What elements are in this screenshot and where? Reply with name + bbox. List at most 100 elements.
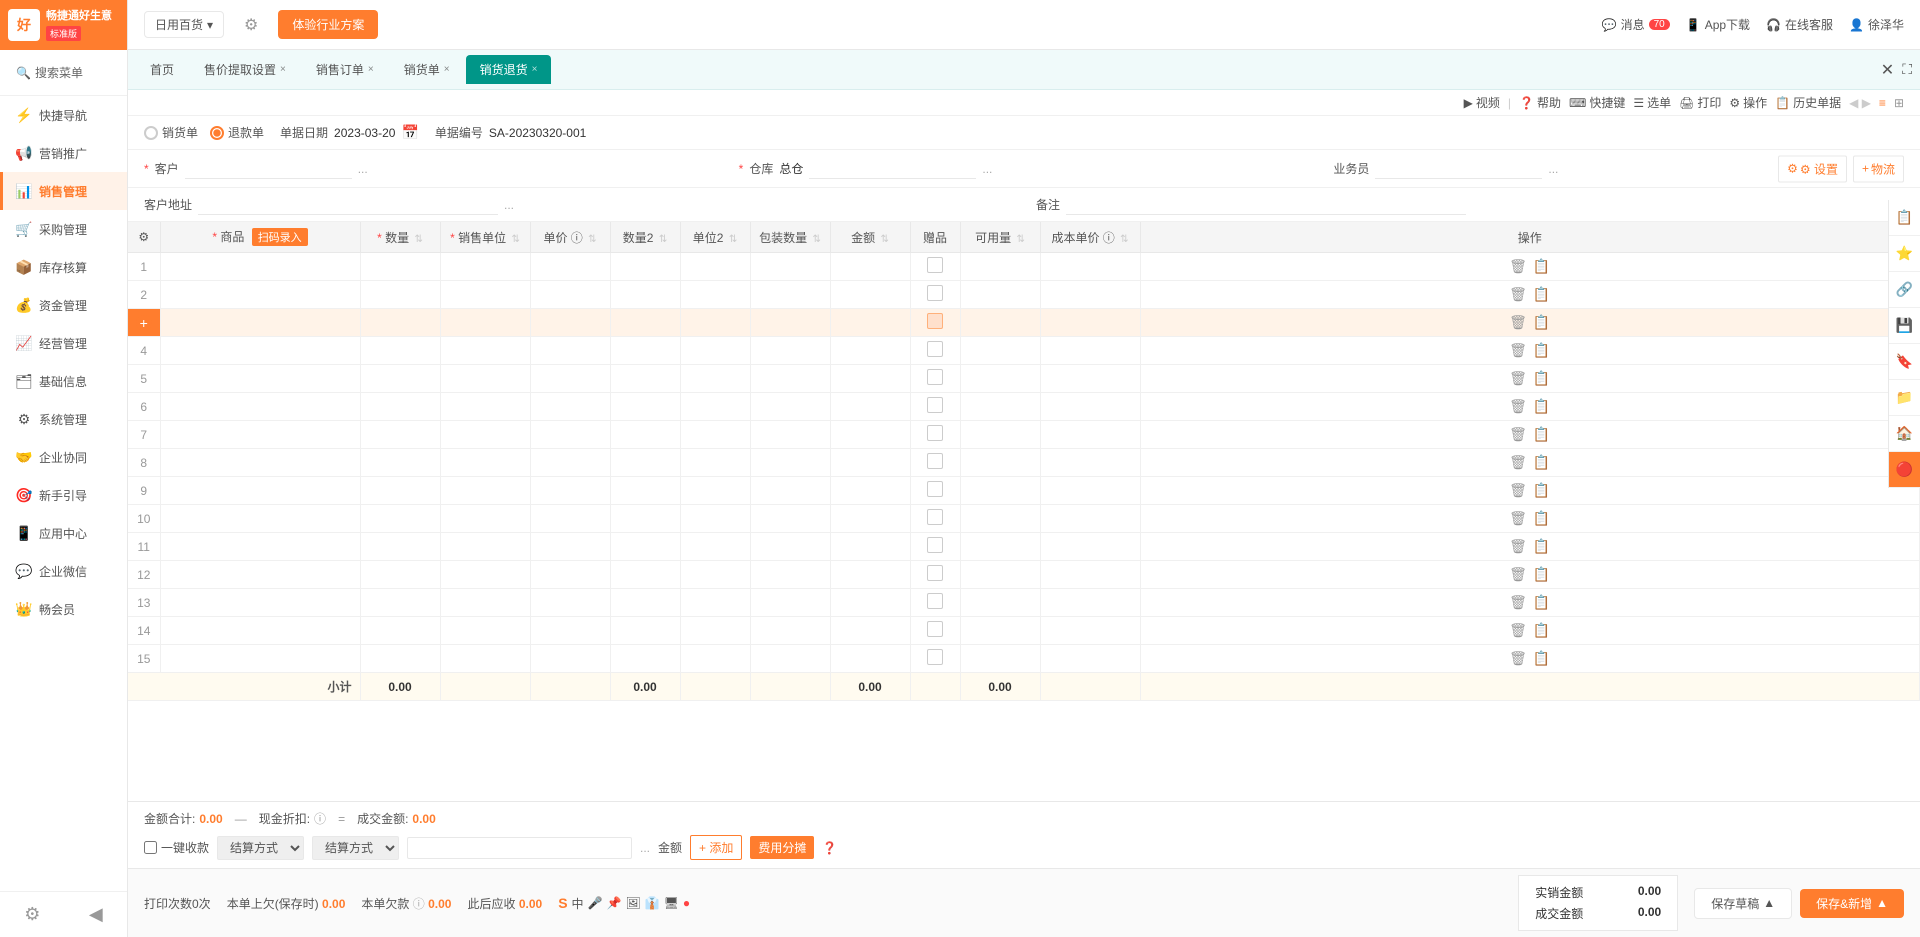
remark-input[interactable] [1066, 194, 1466, 215]
sidebar-item-member[interactable]: 👑 畅会员 [0, 590, 127, 628]
search-menu-item[interactable]: 🔍 搜索菜单 [8, 58, 119, 87]
amount-sort-icon[interactable]: ⇅ [880, 234, 888, 245]
toolbar-video[interactable]: ▶ 视频 [1464, 94, 1500, 111]
delete-icon[interactable]: 🗑 [1509, 258, 1527, 275]
copy-icon[interactable]: 📋 [1533, 510, 1550, 527]
pkg-cell-active[interactable] [750, 309, 830, 337]
fee-help-icon[interactable]: ❓ [822, 841, 837, 855]
gift-checkbox[interactable] [927, 537, 943, 553]
sidebar-item-purchase[interactable]: 🛒 采购管理 [0, 210, 127, 248]
right-icon-8[interactable]: 🔴 [1889, 452, 1920, 488]
amount-cell[interactable] [830, 281, 910, 309]
gift-checkbox[interactable] [927, 397, 943, 413]
qty-cell[interactable] [360, 281, 440, 309]
gift-checkbox[interactable] [927, 481, 943, 497]
sidebar-item-inventory[interactable]: 📦 库存核算 [0, 248, 127, 286]
avail-cell[interactable] [960, 253, 1040, 281]
product-input-active[interactable] [167, 315, 354, 330]
discount-help-icon[interactable]: ⓘ [314, 810, 326, 827]
sidebar-item-sales[interactable]: 📊 销售管理 [0, 172, 127, 210]
gift-checkbox[interactable] [927, 621, 943, 637]
qty-cell-active[interactable] [360, 309, 440, 337]
product-cell[interactable] [160, 253, 360, 281]
grid-view-btn[interactable]: ⊞ [1894, 96, 1904, 110]
delete-icon[interactable]: 🗑 [1509, 594, 1527, 611]
daily-menu-select[interactable]: 日用百货 ▾ [144, 11, 224, 38]
delete-icon[interactable]: 🗑 [1509, 454, 1527, 471]
qty2-cell[interactable] [610, 281, 680, 309]
cost-cell[interactable] [1040, 281, 1140, 309]
user-item[interactable]: 👤 徐泽华 [1849, 16, 1904, 33]
help-icon2[interactable]: ⓘ [413, 897, 425, 911]
delete-icon[interactable]: 🗑 [1509, 622, 1527, 639]
copy-icon[interactable]: 📋 [1533, 566, 1550, 583]
sidebar-item-appstore[interactable]: 📱 应用中心 [0, 514, 127, 552]
salesperson-input[interactable] [1375, 158, 1542, 179]
topbar-gear-btn[interactable]: ⚙ [236, 11, 266, 39]
right-icon-2[interactable]: ⭐ [1889, 236, 1920, 272]
fee-split-btn[interactable]: 费用分摊 [750, 836, 814, 859]
settings-bottom-btn[interactable]: ⚙ [16, 900, 48, 929]
calendar-icon[interactable]: 📅 [401, 124, 418, 141]
warehouse-input[interactable] [809, 158, 976, 179]
toolbar-print[interactable]: 🖨 打印 [1679, 94, 1721, 111]
toolbar-operate[interactable]: ⚙ 操作 [1729, 94, 1767, 111]
unit2-cell-active[interactable] [680, 309, 750, 337]
address-input[interactable] [198, 194, 498, 215]
gift-checkbox[interactable] [927, 257, 943, 273]
unit-cell-active[interactable] [440, 309, 530, 337]
right-icon-3[interactable]: 🔗 [1889, 272, 1920, 308]
qty2-cell[interactable] [610, 253, 680, 281]
qty2-cell-active[interactable] [610, 309, 680, 337]
logistics-button[interactable]: + 物流 [1853, 155, 1904, 182]
account-select[interactable]: 结算方式 [312, 836, 399, 860]
copy-icon[interactable]: 📋 [1533, 538, 1550, 555]
delete-icon[interactable]: 🗑 [1509, 286, 1527, 303]
gift-checkbox[interactable] [927, 565, 943, 581]
tab-sales-order[interactable]: 销售订单 × [302, 55, 388, 84]
price-sort-icon[interactable]: ⇅ [588, 234, 596, 245]
gift-checkbox[interactable] [927, 649, 943, 665]
copy-icon[interactable]: 📋 [1533, 594, 1550, 611]
unit2-cell[interactable] [680, 253, 750, 281]
collapse-btn[interactable]: ◀ [81, 900, 111, 929]
add-payment-btn[interactable]: + 添加 [690, 835, 742, 860]
tab-delivery-close[interactable]: × [444, 64, 450, 75]
date-value[interactable]: 2023-03-20 [334, 126, 395, 140]
sidebar-item-operations[interactable]: 📈 经营管理 [0, 324, 127, 362]
tab-order-close[interactable]: × [368, 64, 374, 75]
copy-icon[interactable]: 📋 [1533, 370, 1550, 387]
one-key-checkbox[interactable] [144, 841, 157, 854]
message-item[interactable]: 💬 消息 70 [1602, 16, 1670, 33]
amount-cell[interactable] [830, 253, 910, 281]
experience-button[interactable]: 体验行业方案 [278, 10, 378, 39]
salesperson-more-btn[interactable]: ... [1548, 162, 1558, 176]
right-icon-4[interactable]: 💾 [1889, 308, 1920, 344]
sidebar-item-shortcut[interactable]: ⚡ 快捷导航 [0, 96, 127, 134]
sidebar-item-finance[interactable]: 💰 资金管理 [0, 286, 127, 324]
unit-cell[interactable] [440, 253, 530, 281]
delete-icon[interactable]: 🗑 [1509, 398, 1527, 415]
scan-button[interactable]: 扫码录入 [252, 230, 308, 244]
unit2-sort-icon[interactable]: ⇅ [729, 234, 737, 245]
qty-cell[interactable] [360, 253, 440, 281]
copy-icon[interactable]: 📋 [1533, 314, 1550, 331]
col-gear[interactable]: ⚙ [128, 222, 160, 253]
right-icon-5[interactable]: 🔖 [1889, 344, 1920, 380]
price-cell[interactable] [530, 281, 610, 309]
gift-checkbox-active[interactable] [927, 313, 943, 329]
gift-checkbox[interactable] [927, 285, 943, 301]
pkg-sort-icon[interactable]: ⇅ [812, 234, 820, 245]
copy-icon[interactable]: 📋 [1533, 342, 1550, 359]
customer-more-btn[interactable]: ... [358, 162, 368, 176]
copy-icon[interactable]: 📋 [1533, 426, 1550, 443]
avail-cell-active[interactable] [960, 309, 1040, 337]
gift-checkbox[interactable] [927, 341, 943, 357]
right-icon-6[interactable]: 📁 [1889, 380, 1920, 416]
account-number-input[interactable] [407, 837, 632, 859]
warehouse-more-btn[interactable]: ... [982, 162, 992, 176]
avail-cell[interactable] [960, 281, 1040, 309]
sidebar-item-enterprise[interactable]: 🤝 企业协同 [0, 438, 127, 476]
avail-sort-icon[interactable]: ⇅ [1016, 234, 1024, 245]
tab-maximize[interactable]: ⛶ [1902, 61, 1912, 78]
